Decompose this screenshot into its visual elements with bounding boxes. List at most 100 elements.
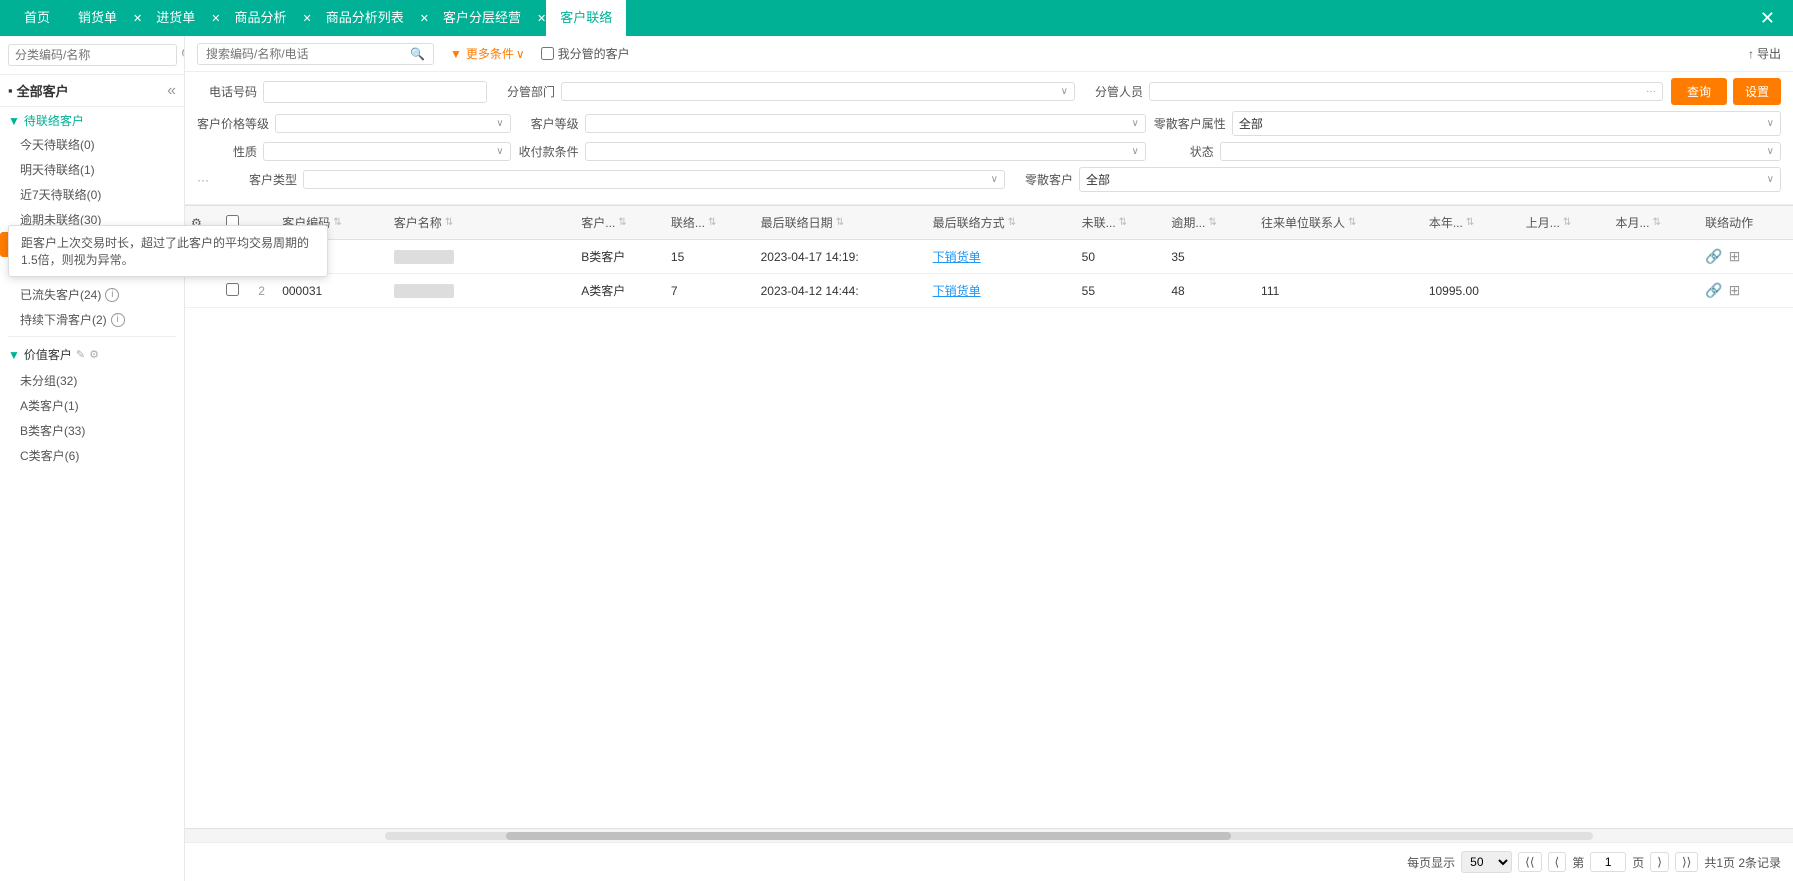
row2-checkbox-cell[interactable]: [217, 274, 247, 308]
sidebar-search-area: 🔍: [0, 36, 184, 75]
nav-product-analysis-close[interactable]: ✕: [303, 12, 312, 25]
filter-payment-select[interactable]: ∨: [585, 142, 1146, 161]
filter-status: 状态 ∨: [1154, 142, 1781, 161]
data-table: ⚙ 客户编码 ⇅: [185, 205, 1793, 308]
row1-contact: 15: [665, 240, 755, 274]
nav-purchase[interactable]: 进货单: [142, 0, 209, 36]
first-page-button[interactable]: ⟨⟨: [1518, 852, 1541, 872]
next-page-button[interactable]: ⟩: [1650, 852, 1669, 872]
sidebar-value-group: ▼ 价值客户 ✎ ⚙ 未分组(32) A类客户(1) B类客户(33) C类客户…: [0, 341, 184, 468]
filter-customer-grade-select[interactable]: ∨: [585, 114, 1146, 133]
sidebar-search-input[interactable]: [8, 44, 177, 66]
nav-home[interactable]: 首页: [10, 0, 64, 36]
sidebar-value-ungrouped[interactable]: 未分组(32): [0, 368, 184, 393]
info-icon-3[interactable]: i: [111, 313, 125, 327]
sidebar-settings-icon[interactable]: ⚙: [89, 348, 99, 361]
filter-row-2: 客户价格等级 ∨ 客户等级 ∨ 零散客户属性 全部: [197, 111, 1781, 136]
row2-grid-icon[interactable]: ⊞: [1729, 282, 1741, 299]
nav-product-analysis-list[interactable]: 商品分析列表: [312, 0, 418, 36]
last-page-button[interactable]: ⟩⟩: [1675, 852, 1698, 872]
toolbar-search-icon[interactable]: 🔍: [410, 47, 425, 61]
row2-link-icon[interactable]: 🔗: [1705, 282, 1722, 299]
filter-customer-type-select[interactable]: ∨: [303, 170, 1005, 189]
table-header-name[interactable]: 客户名称 ⇅: [388, 206, 575, 240]
filter-gender-select[interactable]: ∨: [263, 142, 511, 161]
nav-customer-segmentation[interactable]: 客户分层经营: [429, 0, 535, 36]
filter-retail-customer-select[interactable]: 全部 ∨: [1079, 167, 1781, 192]
sidebar-pending-contact-title[interactable]: ▼ 待联络客户: [0, 107, 184, 132]
nav-customer-contact-close[interactable]: ✕: [628, 12, 637, 25]
info-icon-2[interactable]: i: [105, 288, 119, 302]
filter-retail-attr-select[interactable]: 全部 ∨: [1232, 111, 1781, 136]
table-row: 1 000039 B类客户 15 2023-04-17 14:19: 下销货单 …: [185, 240, 1793, 274]
table-header-last-month[interactable]: 上月... ⇅: [1520, 206, 1610, 240]
page-prefix-label: 第: [1572, 854, 1584, 871]
settings-button[interactable]: 设置: [1733, 78, 1781, 105]
current-page-input[interactable]: [1590, 852, 1626, 872]
row2-last-contact-date: 2023-04-12 14:44:: [755, 274, 927, 308]
sidebar-item-today[interactable]: 今天待联络(0): [0, 132, 184, 157]
filter-gender-label: 性质: [197, 143, 257, 160]
search-input[interactable]: [206, 47, 406, 61]
scrollbar-track[interactable]: [385, 832, 1593, 840]
sidebar-item-declining[interactable]: 持续下滑客户(2) i: [0, 307, 184, 332]
filter-payment-label: 收付款条件: [519, 143, 579, 160]
table-header-last-contact-date[interactable]: 最后联络日期 ⇅: [755, 206, 927, 240]
table-header-overdue[interactable]: 逾期... ⇅: [1165, 206, 1255, 240]
window-close-button[interactable]: ✕: [1752, 8, 1783, 29]
filter-price-grade-select[interactable]: ∨: [275, 114, 511, 133]
table-header-this-month[interactable]: 本月... ⇅: [1609, 206, 1699, 240]
nav-product-analysis-list-close[interactable]: ✕: [420, 12, 429, 25]
my-customers-checkbox[interactable]: [541, 47, 554, 60]
table-header-not-contact[interactable]: 未联... ⇅: [1076, 206, 1166, 240]
table-header-unit-contact[interactable]: 往来单位联系人 ⇅: [1255, 206, 1423, 240]
filter-row-1: 电话号码 分管部门 ∨ 分管人员 ···: [197, 78, 1781, 105]
nav-customer-segmentation-close[interactable]: ✕: [537, 12, 546, 25]
sidebar-item-7days[interactable]: 近7天待联络(0): [0, 182, 184, 207]
sidebar-value-c-class[interactable]: C类客户(6): [0, 443, 184, 468]
prev-page-button[interactable]: ⟨: [1548, 852, 1567, 872]
filter-customer-type: 客户类型 ∨: [237, 170, 1005, 189]
row1-contact-method-link[interactable]: 下销货单: [933, 250, 981, 264]
row1-link-icon[interactable]: 🔗: [1705, 248, 1722, 265]
filter-person-select[interactable]: ···: [1149, 82, 1663, 101]
more-conditions-button[interactable]: ▼ 更多条件 ∨: [442, 42, 533, 65]
nav-sales-close[interactable]: ✕: [133, 12, 142, 25]
year-sort-icon: ⇅: [1466, 217, 1474, 228]
sidebar-value-a-class[interactable]: A类客户(1): [0, 393, 184, 418]
filter-expand-dots[interactable]: ···: [197, 173, 209, 187]
row2-checkbox[interactable]: [226, 283, 239, 296]
filter-status-select[interactable]: ∨: [1220, 142, 1781, 161]
sidebar-value-b-class[interactable]: B类客户(33): [0, 418, 184, 443]
sidebar-value-title[interactable]: ▼ 价值客户 ✎ ⚙: [0, 341, 184, 368]
per-page-select[interactable]: 50 100 200: [1461, 851, 1512, 873]
sidebar-item-tomorrow[interactable]: 明天待联络(1): [0, 157, 184, 182]
thismonth-sort-icon: ⇅: [1652, 217, 1660, 228]
row1-this-year: [1423, 240, 1520, 274]
sidebar-edit-icon[interactable]: ✎: [76, 348, 85, 361]
table-header-contact[interactable]: 联络... ⇅: [665, 206, 755, 240]
row2-this-year: 10995.00: [1423, 274, 1520, 308]
horizontal-scrollbar[interactable]: [185, 828, 1793, 842]
nav-sales[interactable]: 销货单: [64, 0, 131, 36]
row2-last-contact-method[interactable]: 下销货单: [927, 274, 1076, 308]
sidebar-item-churned[interactable]: 已流失客户(24) i: [0, 282, 184, 307]
name-sort-icon: ⇅: [445, 217, 453, 228]
sidebar-collapse-icon[interactable]: «: [167, 82, 176, 100]
nav-customer-contact[interactable]: 客户联络: [546, 0, 626, 36]
sidebar-all-customers[interactable]: 全部客户: [17, 81, 167, 100]
table-header-last-contact-method[interactable]: 最后联络方式 ⇅: [927, 206, 1076, 240]
query-button[interactable]: 查询: [1671, 78, 1727, 105]
export-button[interactable]: ↑ 导出: [1748, 45, 1781, 62]
row1-grid-icon[interactable]: ⊞: [1729, 248, 1741, 265]
filter-phone-input[interactable]: [263, 81, 487, 103]
nav-product-analysis[interactable]: 商品分析: [220, 0, 300, 36]
filter-dept-select[interactable]: ∨: [561, 82, 1075, 101]
table-header-this-year[interactable]: 本年... ⇅: [1423, 206, 1520, 240]
scrollbar-thumb[interactable]: [506, 832, 1231, 840]
nav-purchase-close[interactable]: ✕: [211, 12, 220, 25]
filter-retail-attr-label: 零散客户属性: [1154, 115, 1226, 132]
table-header-customer-type[interactable]: 客户... ⇅: [575, 206, 665, 240]
row1-last-contact-method[interactable]: 下销货单: [927, 240, 1076, 274]
row2-contact-method-link[interactable]: 下销货单: [933, 284, 981, 298]
